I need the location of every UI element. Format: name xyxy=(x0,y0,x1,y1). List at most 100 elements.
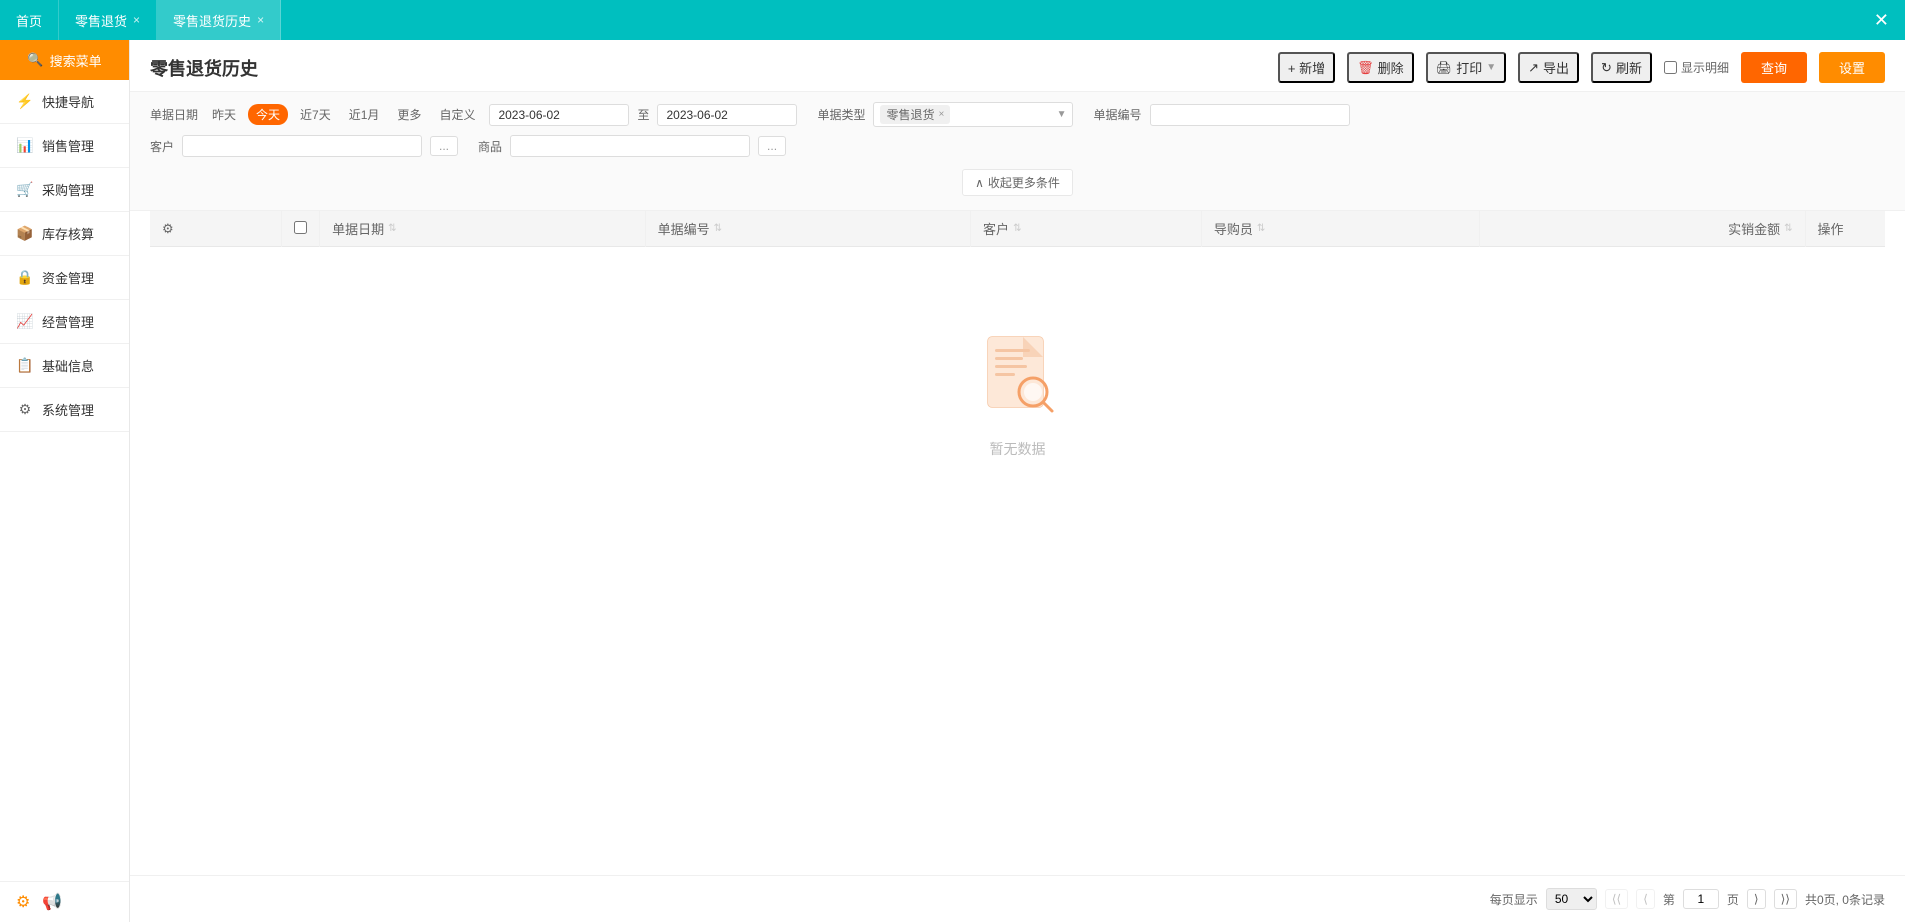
volume-icon[interactable]: 📢 xyxy=(42,892,62,912)
th-doc-no-label: 单据编号 xyxy=(658,219,710,238)
guide-sort-icon: ⇅ xyxy=(1257,223,1265,234)
sidebar-item-finance[interactable]: 🔒 资金管理 xyxy=(0,256,129,300)
th-amount[interactable]: 实销金额 ⇅ xyxy=(1480,211,1806,247)
table-settings-icon[interactable]: ⚙ xyxy=(162,221,174,236)
show-detail-checkbox[interactable] xyxy=(1664,61,1677,74)
first-page-button[interactable]: ⟨⟨ xyxy=(1605,889,1628,909)
customer-ellipsis-button[interactable]: ... xyxy=(430,136,458,156)
customer-filter: 客户 ... xyxy=(150,135,458,157)
shortcut-1month[interactable]: 近1月 xyxy=(343,104,386,125)
print-chevron-icon: ▼ xyxy=(1486,62,1496,73)
customer-input[interactable] xyxy=(182,135,422,157)
date-from-input[interactable] xyxy=(489,104,629,126)
sidebar-search[interactable]: 🔍 搜索菜单 xyxy=(0,40,129,80)
sidebar-item-operations[interactable]: 📈 经营管理 xyxy=(0,300,129,344)
shortcut-7days[interactable]: 近7天 xyxy=(294,104,337,125)
tab-retail-return-history-label: 零售退货历史 xyxy=(173,11,251,30)
page-number-input[interactable] xyxy=(1683,889,1719,909)
new-label: + 新增 xyxy=(1288,58,1325,77)
date-filter-label: 单据日期 xyxy=(150,106,198,123)
sidebar-item-quick-nav[interactable]: ⚡ 快捷导航 xyxy=(0,80,129,124)
empty-text: 暂无数据 xyxy=(990,439,1046,459)
show-detail-label: 显示明细 xyxy=(1681,59,1729,76)
export-button[interactable]: ↗ 导出 xyxy=(1518,52,1579,83)
th-doc-no[interactable]: 单据编号 ⇅ xyxy=(645,211,970,247)
sidebar-item-system-mgmt[interactable]: ⚙ 系统管理 xyxy=(0,388,129,432)
page-label: 页 xyxy=(1727,891,1739,908)
sidebar-item-inventory[interactable]: 📦 库存核算 xyxy=(0,212,129,256)
th-guide[interactable]: 导购员 ⇅ xyxy=(1201,211,1479,247)
table-body: 暂无数据 xyxy=(150,247,1885,540)
date-separator: 至 xyxy=(637,106,649,123)
doc-type-chevron-icon: ▼ xyxy=(1057,109,1067,120)
delete-label: 删除 xyxy=(1378,58,1404,77)
collapse-up-icon: ∧ xyxy=(975,176,984,190)
page-size-select[interactable]: 50 20 100 xyxy=(1546,888,1597,910)
th-doc-date[interactable]: 单据日期 ⇅ xyxy=(320,211,645,247)
page-title: 零售退货历史 xyxy=(150,55,258,81)
sidebar-item-finance-label: 资金管理 xyxy=(42,268,94,287)
empty-state-cell: 暂无数据 xyxy=(150,247,1885,540)
table-container: ⚙ 单据日期 ⇅ 单据编号 xyxy=(130,211,1905,875)
sidebar-item-purchase-mgmt[interactable]: 🛒 采购管理 xyxy=(0,168,129,212)
goods-ellipsis-button[interactable]: ... xyxy=(758,136,786,156)
doc-no-input[interactable] xyxy=(1150,104,1350,126)
export-icon: ↗ xyxy=(1528,60,1539,76)
query-button[interactable]: 查询 xyxy=(1741,52,1807,83)
sidebar-item-base-info[interactable]: 📋 基础信息 xyxy=(0,344,129,388)
purchase-icon: 🛒 xyxy=(16,181,34,199)
finance-icon: 🔒 xyxy=(16,269,34,287)
export-label: 导出 xyxy=(1543,58,1569,77)
th-customer[interactable]: 客户 ⇅ xyxy=(971,211,1202,247)
empty-state: 暂无数据 xyxy=(150,247,1885,539)
select-all-checkbox[interactable] xyxy=(294,221,307,234)
goods-label: 商品 xyxy=(478,138,502,155)
tab-retail-return-history[interactable]: 零售退货历史 × xyxy=(157,0,281,40)
collapse-label: 收起更多条件 xyxy=(988,174,1060,191)
shortcut-yesterday[interactable]: 昨天 xyxy=(206,104,242,125)
sidebar-item-sales-label: 销售管理 xyxy=(42,136,94,155)
sidebar-bottom: ⚙ 📢 xyxy=(0,881,129,922)
next-page-button[interactable]: ⟩ xyxy=(1747,889,1766,909)
goods-input[interactable] xyxy=(510,135,750,157)
doc-date-sort-icon: ⇅ xyxy=(388,223,396,234)
sales-icon: 📊 xyxy=(16,137,34,155)
prev-page-button[interactable]: ⟨ xyxy=(1636,889,1655,909)
tab-retail-return[interactable]: 零售退货 × xyxy=(59,0,157,40)
doc-no-filter: 单据编号 xyxy=(1093,104,1349,126)
shortcut-more[interactable]: 更多 xyxy=(391,104,427,125)
close-history-tab[interactable]: × xyxy=(257,13,264,27)
tab-list: 首页 零售退货 × 零售退货历史 × xyxy=(0,0,281,40)
print-label: 打印 xyxy=(1456,58,1482,77)
close-retail-return-tab[interactable]: × xyxy=(133,13,140,27)
customer-sort-icon: ⇅ xyxy=(1013,223,1021,234)
doc-type-select[interactable]: 零售退货 × ▼ xyxy=(873,102,1073,127)
shortcut-today[interactable]: 今天 xyxy=(248,104,288,125)
page-size-label: 每页显示 xyxy=(1490,891,1538,908)
doc-type-tag-remove[interactable]: × xyxy=(939,109,945,120)
print-button[interactable]: 🖨 打印 ▼ xyxy=(1426,52,1506,83)
page-header: 零售退货历史 + 新增 🗑 删除 🖨 打印 ▼ ↗ 导出 xyxy=(130,40,1905,92)
refresh-button[interactable]: ↻ 刷新 xyxy=(1591,52,1652,83)
delete-button[interactable]: 🗑 删除 xyxy=(1347,52,1414,83)
collapse-button[interactable]: ∧ 收起更多条件 xyxy=(962,169,1073,196)
close-window-button[interactable]: ✕ xyxy=(1858,10,1905,31)
th-doc-date-label: 单据日期 xyxy=(332,219,384,238)
th-checkbox[interactable] xyxy=(282,211,320,247)
sidebar-item-sales-mgmt[interactable]: 📊 销售管理 xyxy=(0,124,129,168)
table-header: ⚙ 单据日期 ⇅ 单据编号 xyxy=(150,211,1885,247)
search-icon: 🔍 xyxy=(27,52,43,68)
set-button[interactable]: 设置 xyxy=(1819,52,1885,83)
th-settings[interactable]: ⚙ xyxy=(150,211,282,247)
base-info-icon: 📋 xyxy=(16,357,34,375)
th-actions-label: 操作 xyxy=(1818,222,1844,237)
th-amount-label: 实销金额 xyxy=(1728,219,1780,238)
settings-bottom-icon[interactable]: ⚙ xyxy=(16,892,30,912)
date-to-input[interactable] xyxy=(657,104,797,126)
last-page-button[interactable]: ⟩⟩ xyxy=(1774,889,1797,909)
shortcut-custom[interactable]: 自定义 xyxy=(433,104,481,125)
doc-type-label: 单据类型 xyxy=(817,106,865,123)
tab-home[interactable]: 首页 xyxy=(0,0,59,40)
new-button[interactable]: + 新增 xyxy=(1278,52,1335,83)
doc-type-tag: 零售退货 × xyxy=(880,105,950,124)
